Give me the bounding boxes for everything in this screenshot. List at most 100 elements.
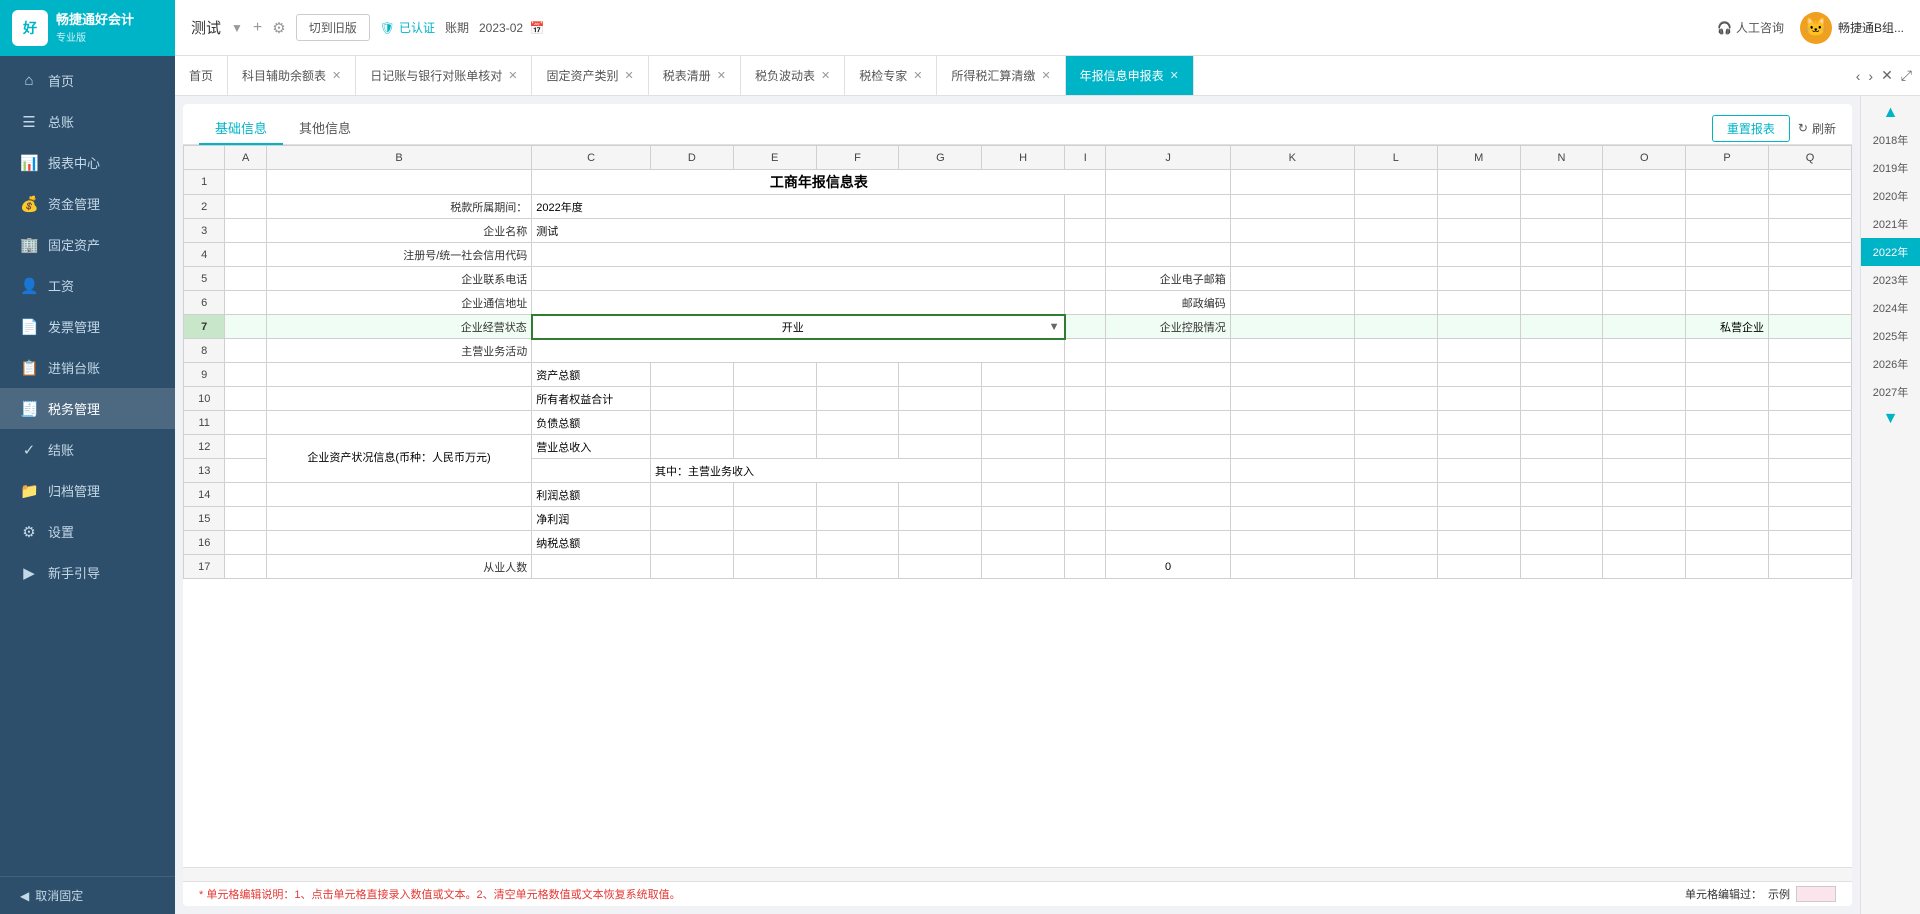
year-scroll-up-btn[interactable]: ▲ bbox=[1861, 100, 1920, 126]
year-item-2023年[interactable]: 2023年 bbox=[1861, 266, 1920, 294]
cell-15-o[interactable] bbox=[1603, 507, 1686, 531]
tab-scroll-right-icon[interactable]: › bbox=[1868, 68, 1873, 84]
cell-12-e[interactable] bbox=[733, 435, 816, 459]
sub-tab-basic[interactable]: 基础信息 bbox=[199, 112, 283, 145]
tab-journal[interactable]: 日记账与银行对账单核对✕ bbox=[356, 56, 532, 96]
cell-14-h[interactable] bbox=[982, 483, 1065, 507]
cell-2-a[interactable] bbox=[225, 195, 266, 219]
cell-5-j[interactable]: 企业电子邮箱 bbox=[1106, 267, 1230, 291]
cell-3-a[interactable] bbox=[225, 219, 266, 243]
cell-16-k[interactable] bbox=[1230, 531, 1354, 555]
cell-14-b[interactable] bbox=[266, 483, 531, 507]
tab-close-icon[interactable]: ✕ bbox=[1041, 69, 1050, 82]
cell-17-k[interactable] bbox=[1230, 555, 1354, 579]
cell-15-f[interactable] bbox=[816, 507, 899, 531]
year-item-2021年[interactable]: 2021年 bbox=[1861, 210, 1920, 238]
cell-5-i[interactable] bbox=[1065, 267, 1106, 291]
reset-report-button[interactable]: 重置报表 bbox=[1712, 115, 1790, 142]
cell-14-l[interactable] bbox=[1354, 483, 1437, 507]
cell-16-c[interactable]: 纳税总额 bbox=[532, 531, 651, 555]
topbar-settings-icon[interactable]: ⚙ bbox=[272, 19, 285, 37]
sidebar-item-guide[interactable]: ▶新手引导 bbox=[0, 552, 175, 593]
cell-1-m[interactable] bbox=[1437, 170, 1520, 195]
cell-1-a[interactable] bbox=[225, 170, 266, 195]
cell-14-f[interactable] bbox=[816, 483, 899, 507]
cell-5-c[interactable] bbox=[532, 267, 1065, 291]
tab-income_tax[interactable]: 所得税汇算清缴✕ bbox=[937, 56, 1065, 96]
tab-annual_report[interactable]: 年报信息申报表✕ bbox=[1066, 56, 1194, 96]
cell-15-c[interactable]: 净利润 bbox=[532, 507, 651, 531]
cell-14-i[interactable] bbox=[1065, 483, 1106, 507]
tab-tax_form[interactable]: 税表清册✕ bbox=[649, 56, 741, 96]
cell-10-d[interactable] bbox=[651, 387, 734, 411]
tab-close-icon[interactable]: ✕ bbox=[1170, 69, 1179, 82]
tab-home[interactable]: 首页 bbox=[175, 56, 228, 96]
cell-4-a[interactable] bbox=[225, 243, 266, 267]
cell-3-i[interactable] bbox=[1065, 219, 1106, 243]
cell-13-c[interactable] bbox=[532, 459, 651, 483]
cell-10-c[interactable]: 所有者权益合计 bbox=[532, 387, 651, 411]
cell-14-e[interactable] bbox=[733, 483, 816, 507]
cell-7-a[interactable] bbox=[225, 315, 266, 339]
cell-4-q[interactable] bbox=[1769, 243, 1852, 267]
cell-7-k[interactable] bbox=[1230, 315, 1354, 339]
cell-7-b[interactable]: 企业经营状态 bbox=[266, 315, 531, 339]
cell-11-i[interactable] bbox=[1065, 411, 1106, 435]
cell-5-o[interactable] bbox=[1603, 267, 1686, 291]
cell-6-k[interactable] bbox=[1230, 291, 1354, 315]
cell-6-o[interactable] bbox=[1603, 291, 1686, 315]
cell-3-p[interactable] bbox=[1686, 219, 1769, 243]
cell-3-l[interactable] bbox=[1354, 219, 1437, 243]
cell-15-k[interactable] bbox=[1230, 507, 1354, 531]
cell-16-e[interactable] bbox=[733, 531, 816, 555]
cell-2-b[interactable]: 税款所属期间： bbox=[266, 195, 531, 219]
cell-4-m[interactable] bbox=[1437, 243, 1520, 267]
cell-5-m[interactable] bbox=[1437, 267, 1520, 291]
sub-tab-other[interactable]: 其他信息 bbox=[283, 112, 367, 145]
tab-tax_fluctuation[interactable]: 税负波动表✕ bbox=[741, 56, 845, 96]
cell-15-m[interactable] bbox=[1437, 507, 1520, 531]
sidebar-item-invoice[interactable]: 📄发票管理 bbox=[0, 306, 175, 347]
cell-7-n[interactable] bbox=[1520, 315, 1603, 339]
cell-5-l[interactable] bbox=[1354, 267, 1437, 291]
tab-close-icon[interactable]: ✕ bbox=[332, 69, 341, 82]
cell-14-m[interactable] bbox=[1437, 483, 1520, 507]
year-item-2019年[interactable]: 2019年 bbox=[1861, 154, 1920, 182]
cell-12-a[interactable] bbox=[225, 435, 266, 459]
tab-close-all-icon[interactable]: ✕ bbox=[1881, 67, 1893, 84]
cell-3-j[interactable] bbox=[1106, 219, 1230, 243]
cell-5-b[interactable]: 企业联系电话 bbox=[266, 267, 531, 291]
cell-11-d[interactable] bbox=[651, 411, 734, 435]
cell-1-l[interactable] bbox=[1354, 170, 1437, 195]
cell-8-p[interactable] bbox=[1686, 339, 1769, 363]
cell-10-h[interactable] bbox=[982, 387, 1065, 411]
sidebar-item-salary[interactable]: 👤工资 bbox=[0, 265, 175, 306]
tab-close-icon[interactable]: ✕ bbox=[821, 69, 830, 82]
cell-17-j[interactable]: 0 bbox=[1106, 555, 1230, 579]
cell-9-h[interactable] bbox=[982, 363, 1065, 387]
cell-16-i[interactable] bbox=[1065, 531, 1106, 555]
cell-9-e[interactable] bbox=[733, 363, 816, 387]
cell-16-p[interactable] bbox=[1686, 531, 1769, 555]
cell-2-i[interactable] bbox=[1065, 195, 1106, 219]
cell-9-n[interactable] bbox=[1520, 363, 1603, 387]
cell-14-k[interactable] bbox=[1230, 483, 1354, 507]
cell-4-b[interactable]: 注册号/统一社会信用代码 bbox=[266, 243, 531, 267]
cell-15-i[interactable] bbox=[1065, 507, 1106, 531]
cell-5-q[interactable] bbox=[1769, 267, 1852, 291]
cell-12-h[interactable] bbox=[982, 435, 1065, 459]
cell-10-o[interactable] bbox=[1603, 387, 1686, 411]
cell-11-l[interactable] bbox=[1354, 411, 1437, 435]
cell-3-k[interactable] bbox=[1230, 219, 1354, 243]
cell-8-j[interactable] bbox=[1106, 339, 1230, 363]
cell-8-a[interactable] bbox=[225, 339, 266, 363]
cell-10-i[interactable] bbox=[1065, 387, 1106, 411]
cell-9-q[interactable] bbox=[1769, 363, 1852, 387]
cell-9-l[interactable] bbox=[1354, 363, 1437, 387]
cell-11-h[interactable] bbox=[982, 411, 1065, 435]
cell-15-j[interactable] bbox=[1106, 507, 1230, 531]
cell-1-b[interactable] bbox=[266, 170, 531, 195]
cell-17-l[interactable] bbox=[1354, 555, 1437, 579]
cell-15-q[interactable] bbox=[1769, 507, 1852, 531]
cell-3-o[interactable] bbox=[1603, 219, 1686, 243]
